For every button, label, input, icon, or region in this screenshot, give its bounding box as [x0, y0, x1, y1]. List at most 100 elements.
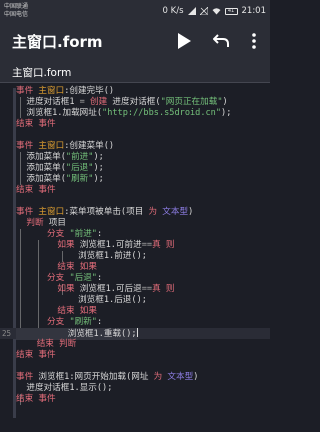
code-token: "前进": [69, 229, 97, 239]
code-line[interactable]: 事件 主窗口:创建菜单(): [0, 141, 270, 152]
code-token: 判断: [59, 339, 77, 349]
code-token: 事件: [16, 141, 34, 151]
code-token: 结束: [36, 339, 54, 349]
code-text: 进度对话框1.显示();: [16, 383, 112, 394]
code-line[interactable]: [0, 130, 270, 141]
undo-button[interactable]: [209, 29, 233, 53]
code-token: 主窗口: [38, 207, 65, 217]
code-line[interactable]: 分支 "刷新":: [0, 317, 270, 328]
code-token: 创建: [90, 97, 108, 107]
code-token: ): [188, 207, 194, 217]
code-text: 添加菜单("后退");: [16, 163, 103, 174]
code-token: 结束: [16, 119, 34, 129]
code-token: ): [222, 97, 228, 107]
code-token: 添加菜单(: [16, 163, 66, 173]
code-token: 如果: [79, 262, 97, 272]
more-button[interactable]: [242, 29, 266, 53]
code-token: 则: [165, 240, 175, 250]
carrier-1: 中国联通: [4, 3, 29, 10]
code-token: "后退": [69, 273, 97, 283]
code-line[interactable]: 结束 如果: [0, 262, 270, 273]
code-token: 如果: [57, 240, 75, 250]
code-line[interactable]: 事件 浏览框1:网页开始加载(网址 为 文本型): [0, 372, 270, 383]
run-button[interactable]: [172, 29, 196, 53]
code-line[interactable]: 结束 事件: [0, 394, 270, 405]
code-token: :: [96, 317, 103, 327]
code-token: 事件: [38, 394, 56, 404]
code-token: 文本型: [167, 372, 194, 382]
file-tab-bar: 主窗口.form: [0, 60, 270, 83]
carrier-2: 中国电信: [4, 11, 29, 18]
more-icon: [252, 33, 256, 49]
signal-icon: [187, 7, 196, 15]
code-line[interactable]: 浏览框1.前进();: [0, 251, 270, 262]
code-editor[interactable]: 事件 主窗口:创建完毕() 进度对话框1 = 创建 进度对话框("网页正在加载"…: [0, 84, 270, 432]
code-token: ==: [141, 240, 153, 250]
code-token: 则: [165, 284, 175, 294]
code-token: 真: [152, 240, 161, 250]
undo-icon: [213, 34, 229, 47]
code-text: 结束 事件: [16, 394, 56, 405]
status-bar: 中国联通 中国电信 0 K/s 41 21:01: [0, 0, 270, 22]
code-line[interactable]: 进度对话框1 = 创建 进度对话框("网页正在加载"): [0, 97, 270, 108]
code-token: 进度对话框1.显示();: [16, 383, 113, 393]
code-token: "网页正在加载": [160, 97, 223, 107]
code-text: 添加菜单("刷新");: [16, 174, 104, 185]
tab-main-form[interactable]: 主窗口.form: [12, 65, 71, 80]
code-line[interactable]: 浏览框1.后退();: [0, 295, 270, 306]
status-indicators: 0 K/s 41 21:01: [163, 5, 266, 17]
code-text: 分支 "刷新":: [16, 317, 102, 328]
no-sim-icon: [199, 7, 208, 15]
code-line[interactable]: 如果 浏览框1.可后退==真 则: [0, 284, 270, 295]
code-line[interactable]: 添加菜单("前进");: [0, 152, 270, 163]
code-line[interactable]: 添加菜单("后退");: [0, 163, 270, 174]
code-line[interactable]: 浏览框1.加载网址("http://bbs.s5droid.cn");: [0, 108, 270, 119]
code-text: 进度对话框1 = 创建 进度对话框("网页正在加载"): [16, 97, 228, 108]
code-line[interactable]: 分支 "后退":: [0, 273, 270, 284]
code-text: 事件 主窗口:创建菜单(): [16, 141, 114, 152]
code-line[interactable]: 如果 浏览框1.可前进==真 则: [0, 240, 270, 251]
code-line[interactable]: 判断 项目: [0, 218, 270, 229]
battery-icon: 41: [224, 7, 238, 15]
code-line[interactable]: 进度对话框1.显示();: [0, 383, 270, 394]
code-token: "前进": [65, 152, 94, 162]
code-token: );: [93, 174, 104, 184]
code-line[interactable]: 结束 事件: [0, 119, 270, 130]
code-token: :创建完毕(): [64, 86, 115, 96]
code-token: "http://bbs.s5droid.cn": [102, 108, 222, 118]
code-token: 真: [152, 284, 161, 294]
code-line[interactable]: 添加菜单("刷新");: [0, 174, 270, 185]
code-token: 分支: [47, 317, 65, 327]
code-line[interactable]: [0, 361, 270, 372]
code-token: 事件: [38, 185, 56, 195]
code-token: 进度对话框1: [16, 97, 80, 107]
code-line[interactable]: 事件 主窗口:菜单项被单击(项目 为 文本型): [0, 207, 270, 218]
text-cursor: [136, 328, 138, 337]
code-text: 结束 如果: [16, 306, 97, 317]
code-text: 结束 判断: [16, 339, 77, 350]
code-line[interactable]: 分支 "前进":: [0, 229, 270, 240]
code-line[interactable]: 结束 如果: [0, 306, 270, 317]
code-text: 浏览框1.后退();: [16, 295, 147, 306]
wifi-icon: [212, 8, 220, 15]
code-text: 分支 "前进":: [16, 229, 102, 240]
code-token: 如果: [57, 284, 75, 294]
code-text: 分支 "后退":: [16, 273, 102, 284]
code-token: 浏览框1:网页开始加载(网址: [33, 372, 154, 382]
code-text: 事件 浏览框1:网页开始加载(网址 为 文本型): [16, 372, 198, 383]
code-token: 文本型: [162, 207, 189, 217]
code-line[interactable]: 事件 主窗口:创建完毕(): [0, 86, 270, 97]
code-line[interactable]: 结束 事件: [0, 350, 270, 361]
code-token: 事件: [38, 350, 56, 360]
code-line[interactable]: 结束 事件: [0, 185, 270, 196]
code-text: 结束 事件: [16, 119, 56, 130]
code-token: 分支: [47, 273, 65, 283]
code-token: 主窗口: [38, 86, 65, 96]
code-line[interactable]: 25 浏览框1.重载();: [0, 328, 270, 340]
code-line[interactable]: [0, 196, 270, 207]
code-line[interactable]: 结束 判断: [0, 339, 270, 350]
line-number: 25: [1, 329, 11, 338]
